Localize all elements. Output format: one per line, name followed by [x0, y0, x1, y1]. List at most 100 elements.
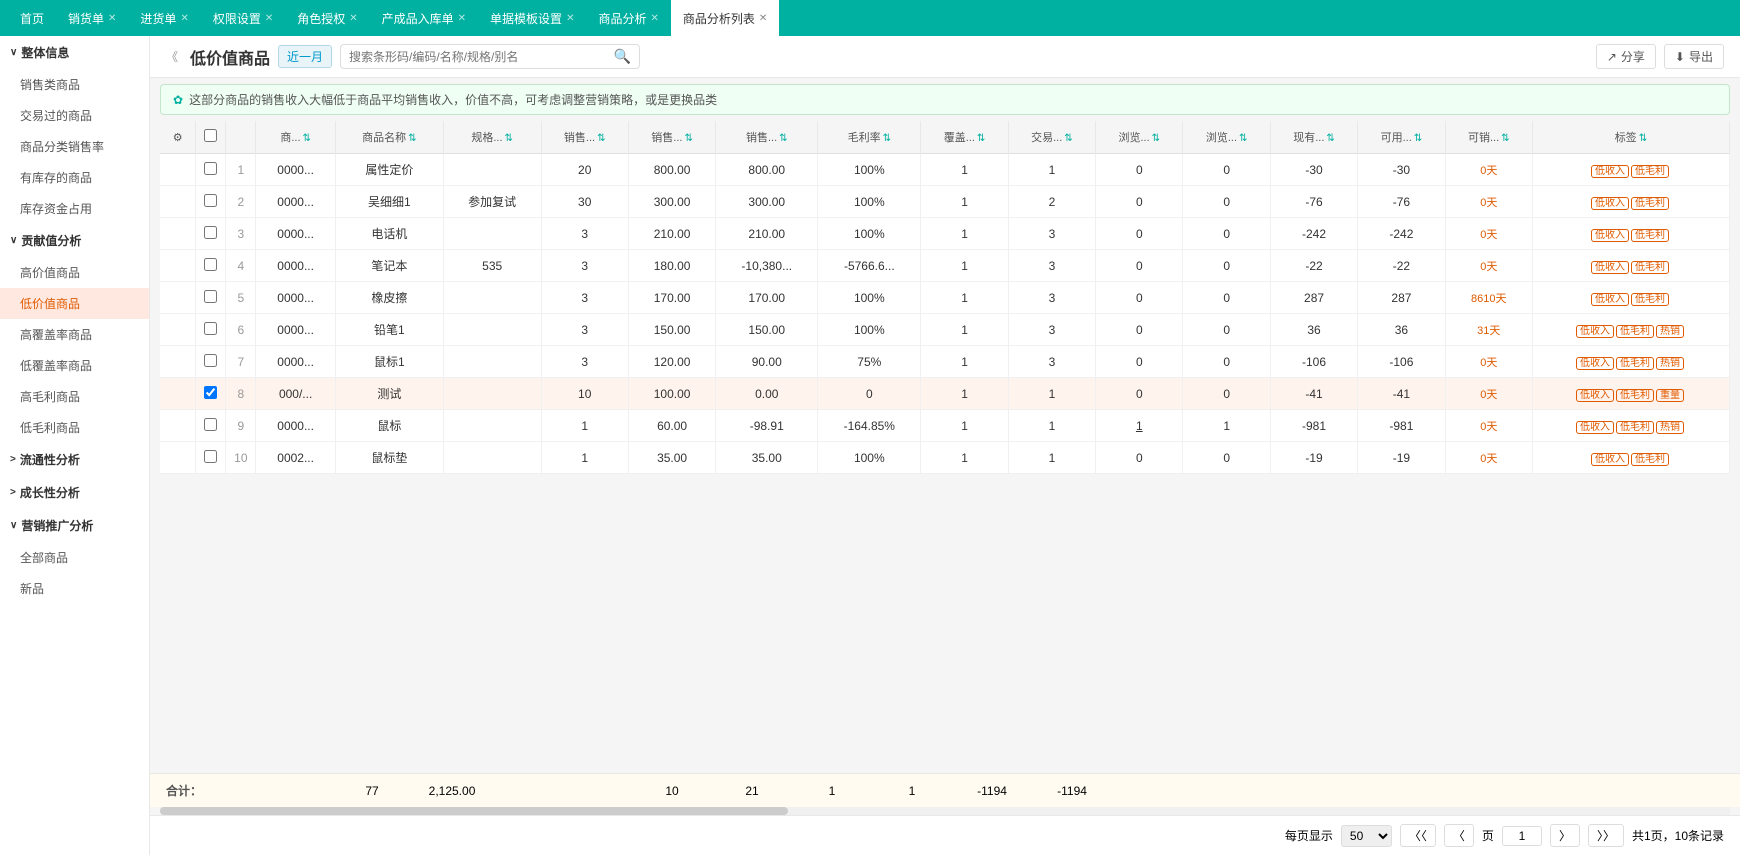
td-checkbox[interactable] — [196, 218, 226, 250]
close-icon[interactable]: ✕ — [108, 13, 116, 24]
th-sales-price[interactable]: 销售...⇅ — [716, 121, 818, 154]
td-browse1[interactable]: 1 — [1096, 410, 1183, 442]
td-name[interactable]: 鼠标垫 — [335, 442, 443, 474]
close-icon[interactable]: ✕ — [566, 13, 574, 24]
sidebar-item-high-margin[interactable]: 高毛利商品 — [0, 381, 149, 412]
nav-home[interactable]: 首页 — [8, 0, 56, 36]
td-name[interactable]: 鼠标1 — [335, 346, 443, 378]
th-sales-qty[interactable]: 销售...⇅ — [541, 121, 628, 154]
row-checkbox[interactable] — [204, 162, 217, 175]
row-checkbox[interactable] — [204, 322, 217, 335]
per-page-select[interactable]: 50 100 — [1341, 825, 1392, 847]
row-checkbox[interactable] — [204, 290, 217, 303]
th-settings[interactable]: ⚙ — [160, 121, 196, 154]
export-button[interactable]: ⬇ 导出 — [1664, 44, 1724, 69]
sidebar-item-stock-capital[interactable]: 库存资金占用 — [0, 193, 149, 224]
sidebar-item-low-margin[interactable]: 低毛利商品 — [0, 412, 149, 443]
last-page-button[interactable]: 〉〉 — [1588, 824, 1624, 847]
sidebar-group-liquidity[interactable]: > 流通性分析 — [0, 443, 149, 476]
collapse-sidebar-icon[interactable]: 《 — [166, 48, 178, 65]
th-saleable[interactable]: 可销...⇅ — [1445, 121, 1532, 154]
sidebar-group-growth[interactable]: > 成长性分析 — [0, 476, 149, 509]
tag-badge: 低收入 — [1576, 357, 1614, 370]
search-input[interactable] — [349, 50, 614, 64]
td-checkbox[interactable] — [196, 346, 226, 378]
th-tags[interactable]: 标签⇅ — [1532, 121, 1729, 154]
row-checkbox[interactable] — [204, 258, 217, 271]
td-checkbox[interactable] — [196, 378, 226, 410]
sidebar-item-traded-products[interactable]: 交易过的商品 — [0, 100, 149, 131]
nav-sales-order[interactable]: 销货单 ✕ — [56, 0, 128, 36]
th-browse2[interactable]: 浏览...⇅ — [1183, 121, 1270, 154]
tag-badge: 低收入 — [1576, 421, 1614, 434]
nav-role-auth[interactable]: 角色授权 ✕ — [285, 0, 369, 36]
close-icon[interactable]: ✕ — [349, 13, 357, 24]
sidebar-item-all-products[interactable]: 全部商品 — [0, 542, 149, 573]
close-icon[interactable]: ✕ — [650, 13, 658, 24]
close-icon[interactable]: ✕ — [180, 13, 188, 24]
th-gross-rate[interactable]: 毛利率⇅ — [818, 121, 921, 154]
th-spec[interactable]: 规格...⇅ — [443, 121, 541, 154]
td-checkbox[interactable] — [196, 186, 226, 218]
close-icon[interactable]: ✕ — [458, 13, 466, 24]
sidebar-group-marketing[interactable]: ∨ 营销推广分析 — [0, 509, 149, 542]
nav-purchase-order[interactable]: 进货单 ✕ — [128, 0, 200, 36]
td-browse1: 0 — [1096, 314, 1183, 346]
th-code[interactable]: 商...⇅ — [256, 121, 336, 154]
th-sales-amount[interactable]: 销售...⇅ — [628, 121, 715, 154]
first-page-button[interactable]: 〈〈 — [1400, 824, 1436, 847]
th-coverage[interactable]: 覆盖...⇅ — [921, 121, 1008, 154]
sidebar-item-sales-products[interactable]: 销售类商品 — [0, 69, 149, 100]
td-checkbox[interactable] — [196, 314, 226, 346]
sidebar-group-overall[interactable]: ∨ 整体信息 — [0, 36, 149, 69]
th-usable[interactable]: 可用...⇅ — [1358, 121, 1445, 154]
td-checkbox[interactable] — [196, 410, 226, 442]
td-name[interactable]: 笔记本 — [335, 250, 443, 282]
sidebar-item-high-coverage[interactable]: 高覆盖率商品 — [0, 319, 149, 350]
td-name[interactable]: 属性定价 — [335, 154, 443, 186]
row-checkbox[interactable] — [204, 386, 217, 399]
td-name[interactable]: 鼠标 — [335, 410, 443, 442]
th-current[interactable]: 现有...⇅ — [1270, 121, 1357, 154]
search-icon[interactable]: 🔍 — [614, 48, 631, 65]
period-button[interactable]: 近一月 — [278, 45, 332, 68]
sidebar-item-low-coverage[interactable]: 低覆盖率商品 — [0, 350, 149, 381]
sidebar-group-contribution[interactable]: ∨ 贡献值分析 — [0, 224, 149, 257]
next-page-button[interactable]: 〉 — [1550, 824, 1580, 847]
td-checkbox[interactable] — [196, 250, 226, 282]
prev-page-button[interactable]: 〈 — [1444, 824, 1474, 847]
sidebar-item-high-value[interactable]: 高价值商品 — [0, 257, 149, 288]
sidebar-item-new-products[interactable]: 新品 — [0, 573, 149, 604]
td-name[interactable]: 吴细细1 — [335, 186, 443, 218]
sidebar-item-stock-products[interactable]: 有库存的商品 — [0, 162, 149, 193]
row-checkbox[interactable] — [204, 194, 217, 207]
nav-product-analysis[interactable]: 商品分析 ✕ — [586, 0, 670, 36]
sidebar-item-low-value[interactable]: 低价值商品 — [0, 288, 149, 319]
row-checkbox[interactable] — [204, 418, 217, 431]
td-checkbox[interactable] — [196, 282, 226, 314]
row-checkbox[interactable] — [204, 226, 217, 239]
nav-template-settings[interactable]: 单据模板设置 ✕ — [478, 0, 586, 36]
td-sales-amount: 210.00 — [628, 218, 715, 250]
td-checkbox[interactable] — [196, 442, 226, 474]
th-trade[interactable]: 交易...⇅ — [1008, 121, 1095, 154]
close-icon[interactable]: ✕ — [759, 13, 767, 24]
nav-product-analysis-list[interactable]: 商品分析列表 ✕ — [671, 0, 779, 36]
row-checkbox[interactable] — [204, 450, 217, 463]
td-name[interactable]: 电话机 — [335, 218, 443, 250]
td-name[interactable]: 测试 — [335, 378, 443, 410]
row-checkbox[interactable] — [204, 354, 217, 367]
sidebar-item-category-sales-rate[interactable]: 商品分类销售率 — [0, 131, 149, 162]
close-icon[interactable]: ✕ — [265, 13, 273, 24]
share-button[interactable]: ↗ 分享 — [1596, 44, 1656, 69]
td-checkbox[interactable] — [196, 154, 226, 186]
td-name[interactable]: 橡皮擦 — [335, 282, 443, 314]
td-current: -76 — [1270, 186, 1357, 218]
th-browse1[interactable]: 浏览...⇅ — [1096, 121, 1183, 154]
select-all-checkbox[interactable] — [204, 129, 217, 142]
th-name[interactable]: 商品名称⇅ — [335, 121, 443, 154]
nav-product-warehouse[interactable]: 产成品入库单 ✕ — [370, 0, 478, 36]
td-name[interactable]: 铅笔1 — [335, 314, 443, 346]
nav-permission-settings[interactable]: 权限设置 ✕ — [201, 0, 285, 36]
page-input[interactable] — [1502, 826, 1542, 846]
